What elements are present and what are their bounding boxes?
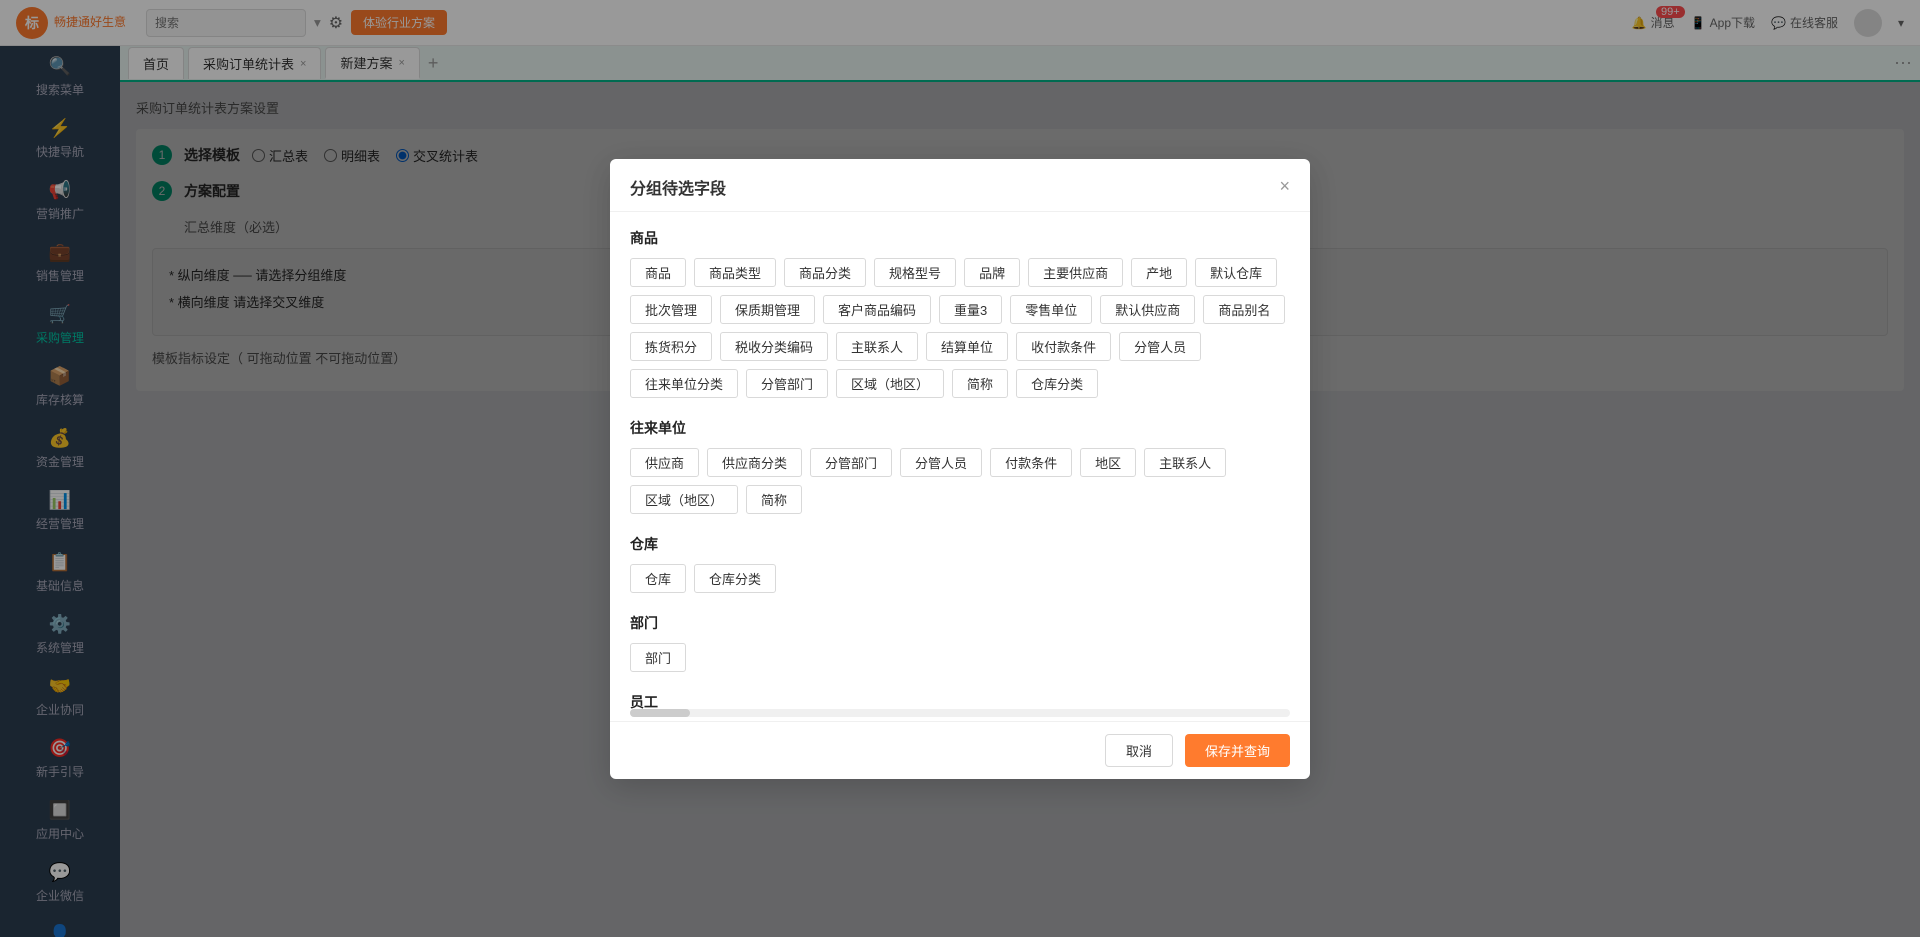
modal-header: 分组待选字段 × (610, 159, 1310, 212)
field-tag-product-默认仓库[interactable]: 默认仓库 (1195, 258, 1277, 287)
field-tag-product-产地[interactable]: 产地 (1131, 258, 1187, 287)
field-tag-partner-地区[interactable]: 地区 (1080, 448, 1136, 477)
section-department-title: 部门 (630, 613, 1290, 633)
modal-hscroll-area (610, 709, 1310, 721)
field-tag-product-商品[interactable]: 商品 (630, 258, 686, 287)
section-partner-title: 往来单位 (630, 418, 1290, 438)
section-department-tags: 部门 (630, 643, 1290, 672)
field-select-modal: 分组待选字段 × 商品 商品 商品类型 商品分类 规格型号 品牌 主要供应商 产… (610, 159, 1310, 779)
field-tag-partner-付款条件[interactable]: 付款条件 (990, 448, 1072, 477)
modal-body[interactable]: 商品 商品 商品类型 商品分类 规格型号 品牌 主要供应商 产地 默认仓库 批次… (610, 212, 1310, 709)
section-product: 商品 商品 商品类型 商品分类 规格型号 品牌 主要供应商 产地 默认仓库 批次… (630, 228, 1290, 398)
hscroll-track[interactable] (630, 709, 1290, 717)
section-product-title: 商品 (630, 228, 1290, 248)
field-tag-warehouse-仓库分类[interactable]: 仓库分类 (694, 564, 776, 593)
field-tag-product-默认供应商[interactable]: 默认供应商 (1100, 295, 1195, 324)
field-tag-product-收付款条件[interactable]: 收付款条件 (1016, 332, 1111, 361)
field-tag-product-批次管理[interactable]: 批次管理 (630, 295, 712, 324)
field-tag-partner-供应商分类[interactable]: 供应商分类 (707, 448, 802, 477)
field-tag-product-商品别名[interactable]: 商品别名 (1203, 295, 1285, 324)
section-partner: 往来单位 供应商 供应商分类 分管部门 分管人员 付款条件 地区 主联系人 区域… (630, 418, 1290, 514)
field-tag-product-区域地区[interactable]: 区域（地区） (836, 369, 944, 398)
field-tag-partner-简称[interactable]: 简称 (746, 485, 802, 514)
field-tag-product-客户商品编码[interactable]: 客户商品编码 (823, 295, 931, 324)
field-tag-product-分管人员[interactable]: 分管人员 (1119, 332, 1201, 361)
section-department: 部门 部门 (630, 613, 1290, 672)
modal-footer: 取消 保存并查询 (610, 721, 1310, 779)
field-tag-product-拣货积分[interactable]: 拣货积分 (630, 332, 712, 361)
field-tag-product-重量3[interactable]: 重量3 (939, 295, 1002, 324)
field-tag-product-仓库分类[interactable]: 仓库分类 (1016, 369, 1098, 398)
section-employee: 员工 业务员 (630, 692, 1290, 709)
hscroll-thumb (630, 709, 690, 717)
field-tag-partner-区域地区[interactable]: 区域（地区） (630, 485, 738, 514)
field-tag-product-品牌[interactable]: 品牌 (964, 258, 1020, 287)
field-tag-product-主联系人[interactable]: 主联系人 (836, 332, 918, 361)
field-tag-partner-分管人员[interactable]: 分管人员 (900, 448, 982, 477)
section-warehouse-tags: 仓库 仓库分类 (630, 564, 1290, 593)
section-warehouse-title: 仓库 (630, 534, 1290, 554)
field-tag-product-简称[interactable]: 简称 (952, 369, 1008, 398)
field-tag-product-往来单位分类[interactable]: 往来单位分类 (630, 369, 738, 398)
modal-overlay: 分组待选字段 × 商品 商品 商品类型 商品分类 规格型号 品牌 主要供应商 产… (0, 0, 1920, 937)
field-tag-partner-分管部门[interactable]: 分管部门 (810, 448, 892, 477)
section-partner-tags: 供应商 供应商分类 分管部门 分管人员 付款条件 地区 主联系人 区域（地区） … (630, 448, 1290, 514)
field-tag-product-零售单位[interactable]: 零售单位 (1010, 295, 1092, 324)
field-tag-product-税收分类编码[interactable]: 税收分类编码 (720, 332, 828, 361)
field-tag-product-分管部门[interactable]: 分管部门 (746, 369, 828, 398)
section-product-tags: 商品 商品类型 商品分类 规格型号 品牌 主要供应商 产地 默认仓库 批次管理 … (630, 258, 1290, 398)
field-tag-department-部门[interactable]: 部门 (630, 643, 686, 672)
field-tag-warehouse-仓库[interactable]: 仓库 (630, 564, 686, 593)
field-tag-product-主要供应商[interactable]: 主要供应商 (1028, 258, 1123, 287)
field-tag-product-保质期管理[interactable]: 保质期管理 (720, 295, 815, 324)
field-tag-product-结算单位[interactable]: 结算单位 (926, 332, 1008, 361)
modal-cancel-button[interactable]: 取消 (1105, 734, 1173, 767)
field-tag-partner-主联系人[interactable]: 主联系人 (1144, 448, 1226, 477)
field-tag-product-商品分类[interactable]: 商品分类 (784, 258, 866, 287)
field-tag-product-商品类型[interactable]: 商品类型 (694, 258, 776, 287)
section-warehouse: 仓库 仓库 仓库分类 (630, 534, 1290, 593)
section-employee-title: 员工 (630, 692, 1290, 709)
modal-title: 分组待选字段 (630, 175, 726, 199)
modal-close-button[interactable]: × (1279, 176, 1290, 197)
modal-save-button[interactable]: 保存并查询 (1185, 734, 1290, 767)
field-tag-product-规格型号[interactable]: 规格型号 (874, 258, 956, 287)
field-tag-partner-供应商[interactable]: 供应商 (630, 448, 699, 477)
